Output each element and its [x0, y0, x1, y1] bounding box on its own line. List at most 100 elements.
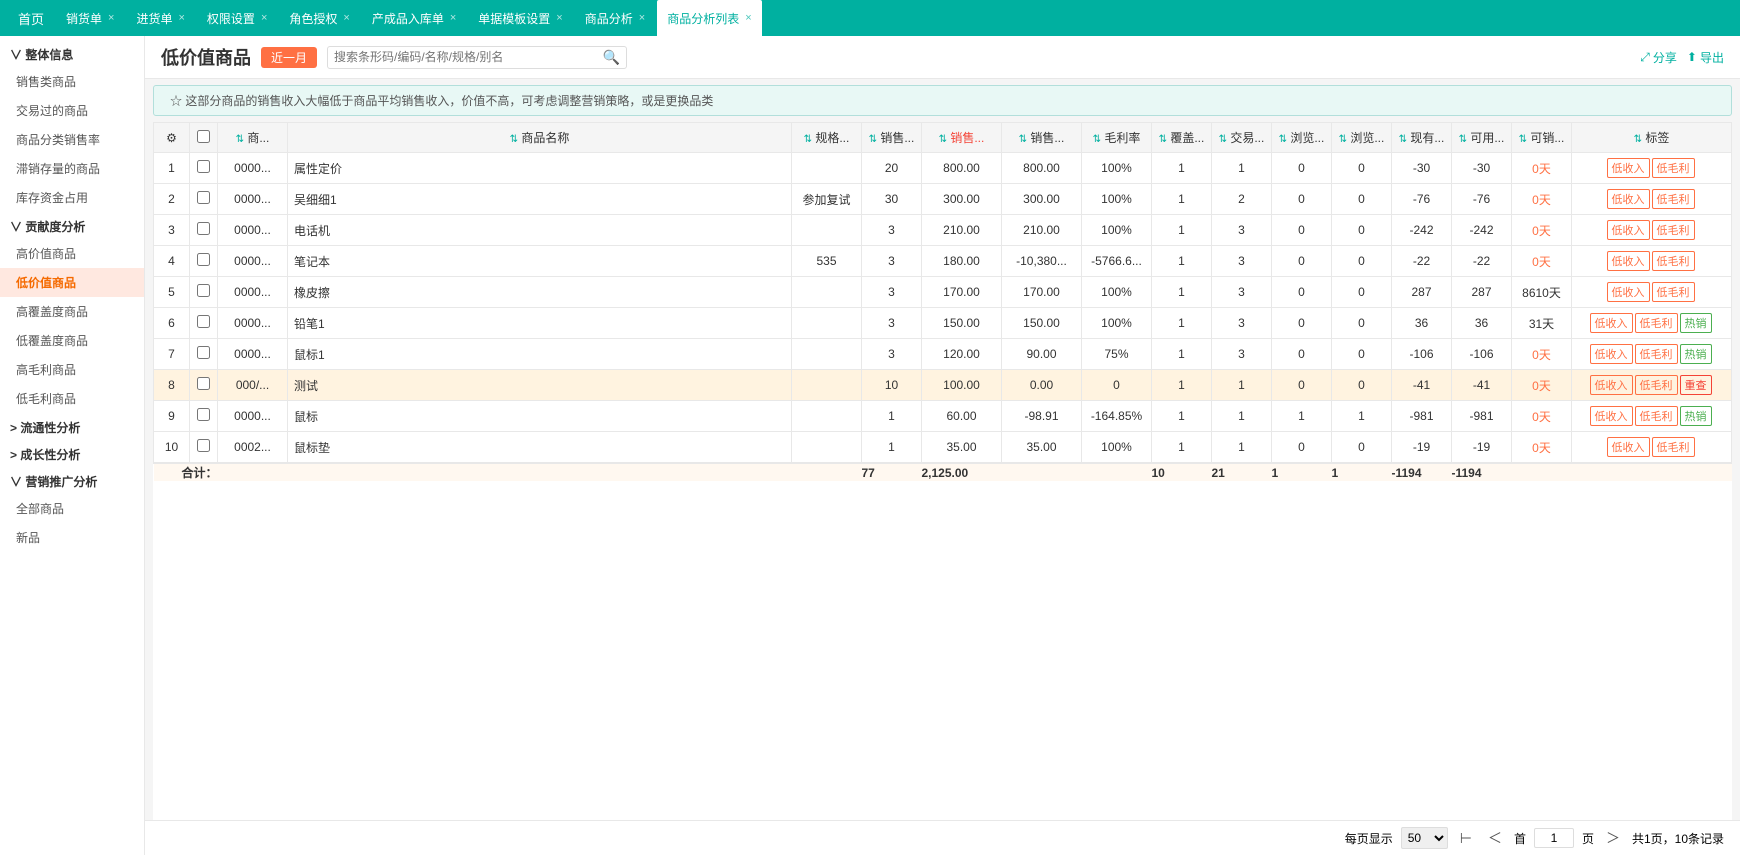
- tag-1: 低毛利: [1635, 406, 1678, 426]
- row-select-checkbox[interactable]: [197, 253, 210, 266]
- th-transaction[interactable]: ⇅ 交易...: [1212, 123, 1272, 153]
- browse1-link[interactable]: 0: [1298, 378, 1305, 392]
- th-browse2[interactable]: ⇅ 浏览...: [1332, 123, 1392, 153]
- sidebar-item-all-products[interactable]: 全部商品: [0, 494, 144, 523]
- th-gross-margin[interactable]: ⇅ 毛利率: [1082, 123, 1152, 153]
- sidebar-item-traded[interactable]: 交易过的商品: [0, 96, 144, 125]
- sidebar-item-high-value[interactable]: 高价值商品: [0, 239, 144, 268]
- row-select-checkbox[interactable]: [197, 222, 210, 235]
- sort-icon-sales-val: ⇅: [939, 134, 947, 145]
- nav-product-stock[interactable]: 产成品入库单 ×: [362, 0, 466, 36]
- th-current[interactable]: ⇅ 现有...: [1392, 123, 1452, 153]
- th-spec[interactable]: ⇅ 规格...: [792, 123, 862, 153]
- sidebar-group-overall[interactable]: ∨ 整体信息: [0, 40, 144, 67]
- row-tags: 低收入低毛利: [1572, 432, 1732, 464]
- th-sales-qty[interactable]: ⇅ 销售...: [862, 123, 922, 153]
- sidebar-item-low-margin[interactable]: 低毛利商品: [0, 384, 144, 413]
- row-checkbox[interactable]: [190, 308, 218, 339]
- th-tags[interactable]: ⇅ 标签: [1572, 123, 1732, 153]
- export-button[interactable]: ⬆ 导出: [1687, 49, 1724, 66]
- th-checkbox[interactable]: [190, 123, 218, 153]
- nav-sales-close[interactable]: ×: [108, 12, 114, 24]
- nav-product-analysis-list-close[interactable]: ×: [745, 12, 751, 24]
- sidebar-item-sales-products[interactable]: 销售类商品: [0, 67, 144, 96]
- browse1-link[interactable]: 0: [1298, 254, 1305, 268]
- next-page-button[interactable]: ＞: [1602, 828, 1624, 848]
- row-select-checkbox[interactable]: [197, 408, 210, 421]
- nav-purchase-close[interactable]: ×: [178, 12, 184, 24]
- sidebar-item-slow-moving[interactable]: 滞销存量的商品: [0, 154, 144, 183]
- row-checkbox[interactable]: [190, 432, 218, 464]
- row-checkbox[interactable]: [190, 401, 218, 432]
- nav-product-analysis-list[interactable]: 商品分析列表 ×: [657, 0, 761, 36]
- sidebar-item-inventory-capital[interactable]: 库存资金占用: [0, 183, 144, 212]
- browse1-link[interactable]: 0: [1298, 223, 1305, 237]
- row-select-checkbox[interactable]: [197, 377, 210, 390]
- nav-product-stock-close[interactable]: ×: [450, 12, 456, 24]
- nav-purchase[interactable]: 进货单 ×: [126, 0, 194, 36]
- sidebar-item-low-coverage[interactable]: 低覆盖度商品: [0, 326, 144, 355]
- search-input[interactable]: [334, 50, 599, 64]
- th-name[interactable]: ⇅ 商品名称: [288, 123, 792, 153]
- row-checkbox[interactable]: [190, 339, 218, 370]
- browse1-link[interactable]: 0: [1298, 192, 1305, 206]
- row-tags: 低收入低毛利: [1572, 246, 1732, 277]
- th-sales-cost[interactable]: ⇅ 销售...: [1002, 123, 1082, 153]
- filter-button[interactable]: 近一月: [261, 47, 317, 68]
- nav-roles[interactable]: 角色授权 ×: [279, 0, 359, 36]
- nav-product-analysis-close[interactable]: ×: [639, 12, 645, 24]
- nav-roles-close[interactable]: ×: [343, 12, 349, 24]
- sidebar-item-new-products[interactable]: 新品: [0, 523, 144, 552]
- th-sellable[interactable]: ⇅ 可销...: [1512, 123, 1572, 153]
- table-row: 9 0000... 鼠标 1 60.00 -98.91 -164.85% 1 1…: [154, 401, 1732, 432]
- sidebar-item-high-coverage[interactable]: 高覆盖度商品: [0, 297, 144, 326]
- th-settings[interactable]: ⚙: [154, 123, 190, 153]
- browse1-link[interactable]: 0: [1298, 161, 1305, 175]
- nav-permissions[interactable]: 权限设置 ×: [197, 0, 277, 36]
- browse1-link[interactable]: 0: [1298, 316, 1305, 330]
- row-checkbox[interactable]: [190, 370, 218, 401]
- row-checkbox[interactable]: [190, 246, 218, 277]
- th-code[interactable]: ⇅ 商...: [218, 123, 288, 153]
- sidebar-group-contribution[interactable]: ∨ 贡献度分析: [0, 212, 144, 239]
- browse1-link[interactable]: 0: [1298, 347, 1305, 361]
- row-select-checkbox[interactable]: [197, 439, 210, 452]
- th-available[interactable]: ⇅ 可用...: [1452, 123, 1512, 153]
- sidebar-item-category-rate[interactable]: 商品分类销售率: [0, 125, 144, 154]
- th-coverage[interactable]: ⇅ 覆盖...: [1152, 123, 1212, 153]
- nav-template[interactable]: 单据模板设置 ×: [468, 0, 572, 36]
- prev-page-button[interactable]: ＜: [1484, 828, 1506, 848]
- sidebar: ∨ 整体信息 销售类商品 交易过的商品 商品分类销售率 滞销存量的商品 库存资金…: [0, 36, 145, 855]
- nav-permissions-close[interactable]: ×: [261, 12, 267, 24]
- row-checkbox[interactable]: [190, 215, 218, 246]
- nav-home[interactable]: 首页: [8, 0, 54, 36]
- nav-product-analysis[interactable]: 商品分析 ×: [575, 0, 655, 36]
- row-select-checkbox[interactable]: [197, 284, 210, 297]
- row-select-checkbox[interactable]: [197, 160, 210, 173]
- sidebar-item-high-margin[interactable]: 高毛利商品: [0, 355, 144, 384]
- search-icon[interactable]: 🔍: [603, 49, 620, 66]
- sidebar-group-marketing[interactable]: ∨ 营销推广分析: [0, 467, 144, 494]
- share-button[interactable]: ⤢ 分享: [1640, 49, 1677, 66]
- sidebar-group-circulation[interactable]: > 流通性分析: [0, 413, 144, 440]
- nav-sales[interactable]: 销货单 ×: [56, 0, 124, 36]
- row-checkbox[interactable]: [190, 153, 218, 184]
- sidebar-item-low-value[interactable]: 低价值商品: [0, 268, 144, 297]
- browse1-link[interactable]: 0: [1298, 440, 1305, 454]
- browse1-link[interactable]: 0: [1298, 285, 1305, 299]
- sidebar-group-growth[interactable]: > 成长性分析: [0, 440, 144, 467]
- page-number-input[interactable]: [1534, 828, 1574, 848]
- per-page-select[interactable]: 50 100 200: [1401, 827, 1448, 849]
- nav-template-close[interactable]: ×: [556, 12, 562, 24]
- row-checkbox[interactable]: [190, 184, 218, 215]
- row-select-checkbox[interactable]: [197, 346, 210, 359]
- row-select-checkbox[interactable]: [197, 315, 210, 328]
- row-select-checkbox[interactable]: [197, 191, 210, 204]
- row-checkbox[interactable]: [190, 277, 218, 308]
- first-page-button[interactable]: ⊢: [1456, 830, 1476, 847]
- browse1-link[interactable]: 1: [1298, 409, 1305, 423]
- th-sales-val[interactable]: ⇅ 销售...: [922, 123, 1002, 153]
- select-all-checkbox[interactable]: [197, 130, 210, 143]
- th-browse1[interactable]: ⇅ 浏览...: [1272, 123, 1332, 153]
- settings-icon[interactable]: ⚙: [166, 131, 177, 145]
